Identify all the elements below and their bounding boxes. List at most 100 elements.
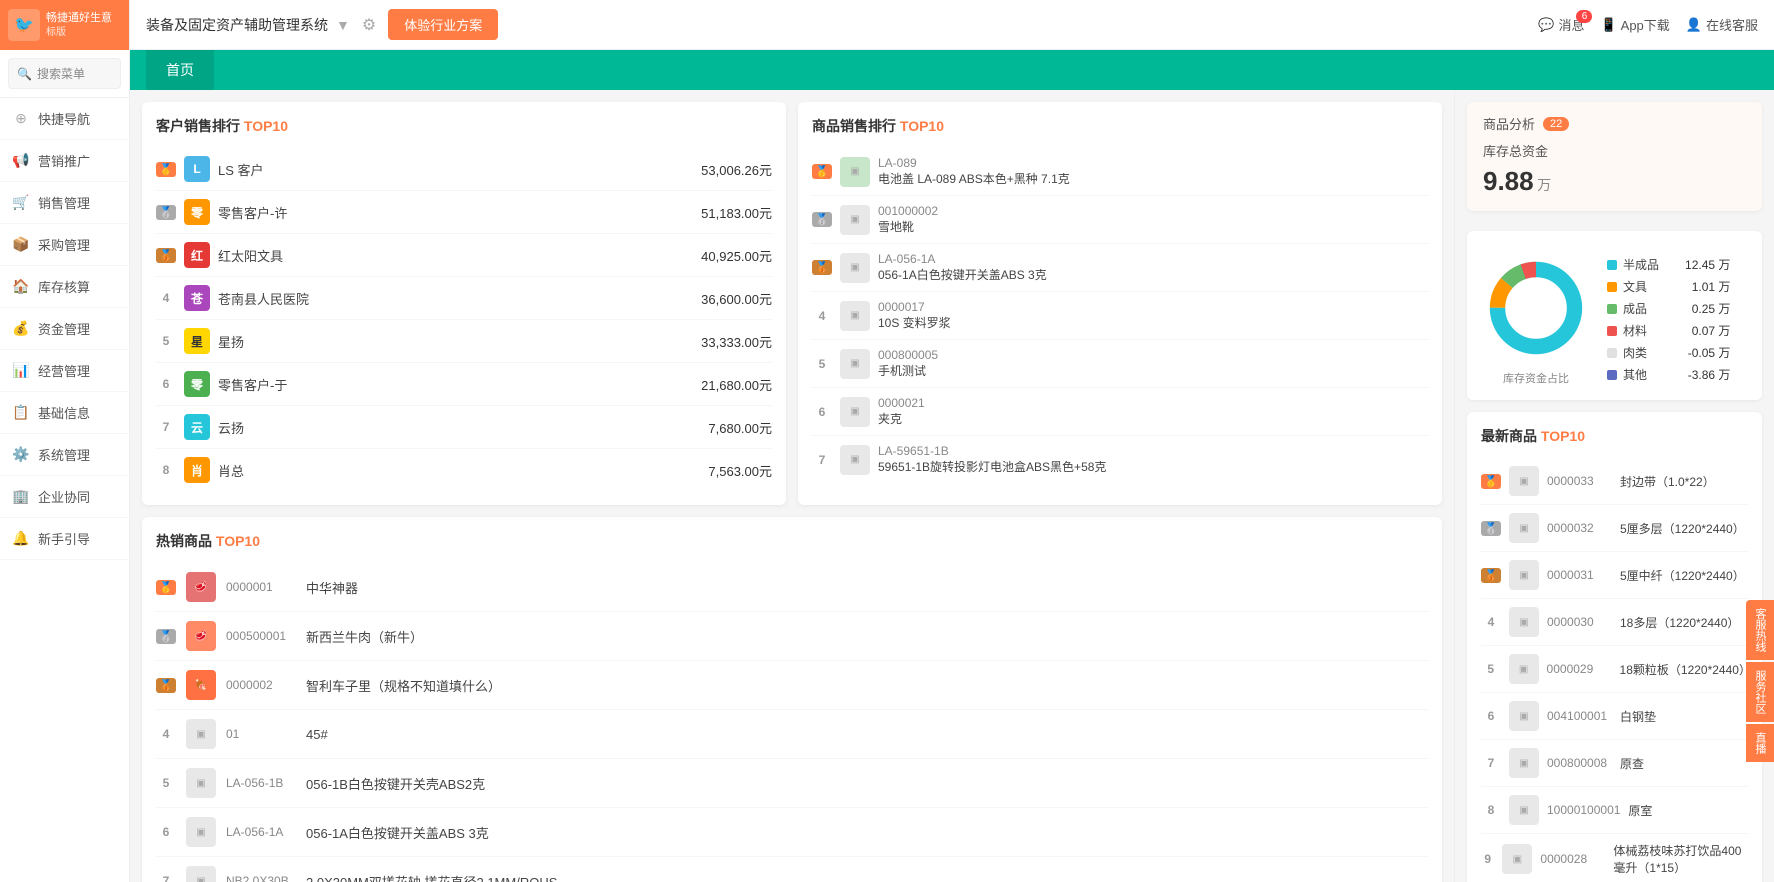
app-download-link[interactable]: 📱 App下载 (1600, 15, 1669, 34)
donut-chart: 库存资金占比 (1481, 253, 1591, 386)
list-item: 6 ▣ LA-056-1A 056-1A白色按键开关盖ABS 3克 (156, 808, 1428, 857)
donut-chart-area: 库存资金占比 半成品 12.45 万 文具 1.01 万 (1481, 253, 1748, 386)
inventory-chart-card: 库存资金占比 半成品 12.45 万 文具 1.01 万 (1467, 231, 1762, 400)
new-products-title: 最新商品 TOP10 (1481, 426, 1748, 446)
list-item: 🥉 🍖 0000002 智利车子里（规格不知道填什么） (156, 661, 1428, 710)
table-row: 6 ▣ 0000021 夹克 (812, 388, 1428, 436)
float-buttons: 客服热线 服务社区 直播 (1746, 600, 1774, 762)
product-image: ▣ (186, 719, 216, 749)
rank-3: 🥉 (156, 248, 176, 263)
customer-ranking-title: 客户销售排行 TOP10 (156, 116, 772, 136)
product-image: 🥩 (186, 572, 216, 602)
product-image: ▣ (1509, 607, 1539, 637)
float-community-button[interactable]: 服务社区 (1746, 662, 1774, 722)
legend-item: 材料 0.07 万 (1607, 322, 1730, 339)
inventory-legend: 半成品 12.45 万 文具 1.01 万 成品 0.25 万 (1607, 256, 1730, 383)
system-dropdown-icon[interactable]: ▼ (336, 17, 350, 33)
sidebar-item-inventory[interactable]: 🏠 库存核算 (0, 266, 129, 308)
chart-label: 库存资金占比 (1481, 370, 1591, 386)
sidebar-item-sales[interactable]: 🛒 销售管理 (0, 182, 129, 224)
table-row: 5 星 星扬 33,333.00元 (156, 320, 772, 363)
message-badge[interactable]: 💬 消息 6 (1538, 15, 1584, 34)
customer-ranking-card: 客户销售排行 TOP10 🥇 L LS 客户 53,006.26元 🥈 零 (142, 102, 786, 505)
legend-item: 半成品 12.45 万 (1607, 256, 1730, 273)
sidebar-nav: ⊕ 快捷导航 📢 营销推广 🛒 销售管理 📦 采购管理 🏠 库存核算 💰 资金管… (0, 98, 129, 882)
search-icon: 🔍 (17, 67, 32, 81)
system-title: 装备及固定资产辅助管理系统 (146, 15, 328, 35)
content-left: 客户销售排行 TOP10 🥇 L LS 客户 53,006.26元 🥈 零 (130, 90, 1454, 882)
product-image: ▣ (840, 445, 870, 475)
sidebar-item-operation[interactable]: 📊 经营管理 (0, 350, 129, 392)
sidebar-item-guide[interactable]: 🔔 新手引导 (0, 518, 129, 560)
table-row: 🥉 ▣ LA-056-1A 056-1A白色按键开关盖ABS 3克 (812, 244, 1428, 292)
list-item: 8 ▣ 10000100001 原室 (1481, 787, 1748, 834)
product-image: ▣ (186, 817, 216, 847)
trial-button[interactable]: 体验行业方案 (388, 9, 498, 40)
product-image: ▣ (840, 301, 870, 331)
list-item: 🥉 ▣ 0000031 5厘中纤（1220*2440） (1481, 552, 1748, 599)
page-tabs: 首页 (130, 50, 1774, 90)
inventory-icon: 🏠 (12, 278, 30, 296)
guide-icon: 🔔 (12, 530, 30, 548)
list-item: 🥈 ▣ 0000032 5厘多层（1220*2440） (1481, 505, 1748, 552)
new-products-list: 🥇 ▣ 0000033 封边带（1.0*22） 🥈 ▣ 0000032 5厘多层… (1481, 458, 1748, 882)
table-row: 🥉 红 红太阳文具 40,925.00元 (156, 234, 772, 277)
avatar: 零 (184, 199, 210, 225)
main-area: 装备及固定资产辅助管理系统 ▼ ⚙ 体验行业方案 💬 消息 6 📱 App下载 … (130, 0, 1774, 882)
sales-icon: 🛒 (12, 194, 30, 212)
sidebar-item-purchase[interactable]: 📦 采购管理 (0, 224, 129, 266)
sidebar-item-base-info[interactable]: 📋 基础信息 (0, 392, 129, 434)
inventory-card: 商品分析 22 库存总资金 9.88 万 (1467, 102, 1762, 211)
product-image: ▣ (1509, 654, 1539, 684)
inventory-section-label: 商品分析 (1483, 114, 1535, 133)
message-icon: 💬 (1538, 17, 1554, 33)
search-menu-button[interactable]: 🔍 搜索菜单 (8, 58, 121, 89)
list-item: 4 ▣ 0000030 18多层（1220*2440） (1481, 599, 1748, 646)
product-image: ▣ (1509, 701, 1539, 731)
table-row: 4 苍 苍南县人民医院 36,600.00元 (156, 277, 772, 320)
rank-2: 🥈 (156, 205, 176, 220)
online-service-link[interactable]: 👤 在线客服 (1686, 15, 1758, 34)
inventory-badge: 22 (1543, 117, 1569, 131)
sidebar-item-enterprise[interactable]: 🏢 企业协同 (0, 476, 129, 518)
table-row: 8 肖 肖总 7,563.00元 (156, 449, 772, 491)
topbar: 装备及固定资产辅助管理系统 ▼ ⚙ 体验行业方案 💬 消息 6 📱 App下载 … (130, 0, 1774, 50)
finance-icon: 💰 (12, 320, 30, 338)
new-products-card: 最新商品 TOP10 🥇 ▣ 0000033 封边带（1.0*22） 🥈 ▣ 0… (1467, 412, 1762, 882)
settings-icon[interactable]: ⚙ (362, 15, 376, 35)
table-row: 7 ▣ LA-59651-1B 59651-1B旋转投影灯电池盒ABS黑色+58… (812, 436, 1428, 483)
top-ranking-row: 客户销售排行 TOP10 🥇 L LS 客户 53,006.26元 🥈 零 (142, 102, 1442, 505)
inventory-amount: 9.88 (1483, 166, 1534, 196)
avatar: 红 (184, 242, 210, 268)
logo-text: 畅捷通好生意 标版 (46, 11, 112, 38)
tab-home[interactable]: 首页 (146, 50, 214, 90)
list-item: 5 ▣ LA-056-1B 056-1B白色按键开关壳ABS2克 (156, 759, 1428, 808)
product-image: ▣ (1509, 795, 1539, 825)
avatar: 星 (184, 328, 210, 354)
list-item: 4 ▣ 01 45# (156, 710, 1428, 759)
avatar: L (184, 156, 210, 182)
float-live-button[interactable]: 直播 (1746, 724, 1774, 762)
sidebar: 🐦 畅捷通好生意 标版 🔍 搜索菜单 ⊕ 快捷导航 📢 营销推广 🛒 销售管理 … (0, 0, 130, 882)
sidebar-item-marketing[interactable]: 📢 营销推广 (0, 140, 129, 182)
table-row: 6 零 零售客户-于 21,680.00元 (156, 363, 772, 406)
purchase-icon: 📦 (12, 236, 30, 254)
list-item: 7 ▣ NB2.0X30B 2.0X30MM双搓花轴,搓花直径2.1MM/ROH… (156, 857, 1428, 882)
avatar: 云 (184, 414, 210, 440)
float-service-button[interactable]: 客服热线 (1746, 600, 1774, 660)
list-item: 6 ▣ 004100001 白钢垫 (1481, 693, 1748, 740)
sidebar-item-finance[interactable]: 💰 资金管理 (0, 308, 129, 350)
sidebar-search-area: 🔍 搜索菜单 (0, 50, 129, 98)
list-item: 7 ▣ 000800008 原查 (1481, 740, 1748, 787)
list-item: 5 ▣ 0000029 18颗粒板（1220*2440） (1481, 646, 1748, 693)
inventory-total-label: 库存总资金 (1483, 141, 1746, 160)
sidebar-item-system[interactable]: ⚙️ 系统管理 (0, 434, 129, 476)
sidebar-item-quick-nav[interactable]: ⊕ 快捷导航 (0, 98, 129, 140)
legend-item: 肉类 -0.05 万 (1607, 344, 1730, 361)
list-item: 🥇 🥩 0000001 中华神器 (156, 563, 1428, 612)
product-image: ▣ (840, 349, 870, 379)
topbar-right: 💬 消息 6 📱 App下载 👤 在线客服 (1538, 15, 1758, 34)
product-image: ▣ (840, 253, 870, 283)
donut-svg (1481, 253, 1591, 363)
hot-products-list: 🥇 🥩 0000001 中华神器 🥈 🥩 000500001 新西兰牛肉（新牛）… (156, 563, 1428, 882)
